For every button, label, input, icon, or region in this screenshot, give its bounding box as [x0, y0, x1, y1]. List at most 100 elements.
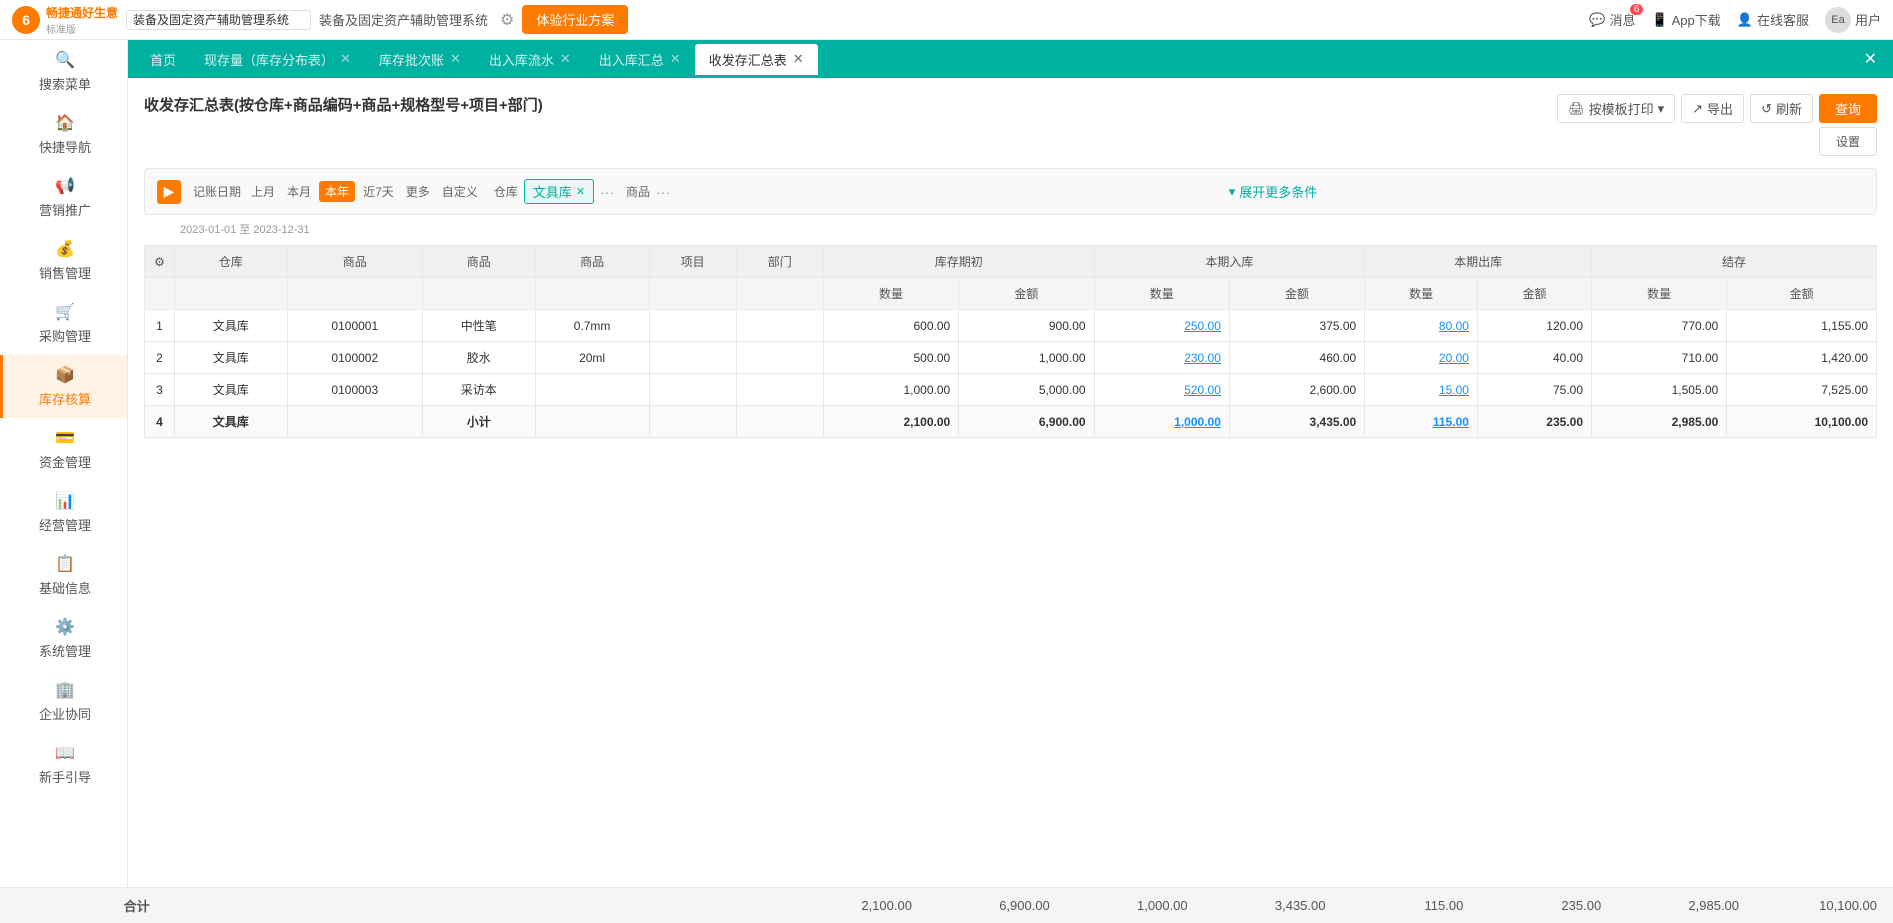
tab-close-inventory-dist[interactable]: ✕ [340, 51, 351, 67]
sidebar-item-system[interactable]: ⚙️ 系统管理 [0, 607, 127, 670]
row-spec: 0.7mm [535, 310, 649, 342]
inventory-icon: 📦 [55, 365, 75, 385]
filter-settings-btn[interactable]: 设置 [1819, 127, 1877, 156]
sidebar-item-inventory[interactable]: 📦 库存核算 [0, 355, 127, 418]
row-project [649, 310, 736, 342]
sub-project [649, 278, 736, 310]
total-open-qty: 2,100.00 [774, 896, 912, 915]
row-in-amt: 2,600.00 [1229, 374, 1364, 406]
settings-icon[interactable]: ⚙ [500, 10, 514, 30]
total-in-qty: 1,000.00 [1050, 896, 1188, 915]
date-7days[interactable]: 近7天 [359, 181, 398, 202]
sub-out-qty: 数量 [1365, 278, 1478, 310]
sub-open-amt: 金额 [959, 278, 1094, 310]
sidebar-item-guide[interactable]: 📖 新手引导 [0, 733, 127, 796]
tab-home[interactable]: 首页 [136, 44, 190, 75]
row-out-qty[interactable]: 15.00 [1365, 374, 1478, 406]
row-out-qty[interactable]: 80.00 [1365, 310, 1478, 342]
query-btn[interactable]: 查询 [1819, 94, 1877, 123]
date-last-month[interactable]: 上月 [247, 181, 279, 202]
date-this-year[interactable]: 本年 [319, 181, 355, 202]
sub-in-qty: 数量 [1094, 278, 1229, 310]
tab-bar-close[interactable]: ✕ [1856, 49, 1885, 69]
tab-receive-send[interactable]: 收发存汇总表✕ [695, 44, 818, 75]
sidebar-item-purchase[interactable]: 🛒 采购管理 [0, 292, 127, 355]
row-in-qty[interactable]: 520.00 [1094, 374, 1229, 406]
row-name: 胶水 [422, 342, 535, 374]
col-settings[interactable]: ⚙ [145, 246, 175, 278]
print-btn[interactable]: 🖨 按模板打印 ▾ [1557, 94, 1675, 123]
date-filter-group: 记账日期 上月 本月 本年 近7天 更多 自定义 [193, 181, 482, 202]
tab-close-summary[interactable]: ✕ [670, 51, 681, 67]
row-in-qty[interactable]: 250.00 [1094, 310, 1229, 342]
date-this-month[interactable]: 本月 [283, 181, 315, 202]
system-name-display: 装备及固定资产辅助管理系统 [319, 10, 488, 29]
row-open-qty: 1,000.00 [823, 374, 958, 406]
row-project [649, 374, 736, 406]
export-btn[interactable]: ↗ 导出 [1681, 94, 1744, 123]
warehouse-tag-close[interactable]: ✕ [576, 185, 585, 198]
system-select[interactable]: 装备及固定资产辅助管理系统 [126, 10, 311, 30]
sidebar-label-enterprise: 企业协同 [39, 704, 91, 723]
content-area: 首页现存量（库存分布表）✕库存批次账✕出入库流水✕出入库汇总✕收发存汇总表✕ ✕… [128, 40, 1893, 887]
row-out-qty[interactable]: 20.00 [1365, 342, 1478, 374]
row-in-qty[interactable]: 230.00 [1094, 342, 1229, 374]
col-code-header: 商品 [287, 246, 422, 278]
tab-inventory-dist[interactable]: 现存量（库存分布表）✕ [190, 44, 365, 75]
row-code: 0100002 [287, 342, 422, 374]
tab-close-batch[interactable]: ✕ [450, 51, 461, 67]
sidebar-item-operations[interactable]: 📊 经营管理 [0, 481, 127, 544]
filter-toggle-btn[interactable]: ▶ [157, 180, 181, 204]
marketing-icon: 📢 [55, 176, 75, 196]
expand-row: ▾ 展开更多条件 [682, 182, 1864, 201]
message-item[interactable]: 💬 消息 6 [1589, 10, 1635, 29]
warehouse-filter-group: 仓库 文具库 ✕ ··· [494, 179, 614, 204]
sidebar-item-finance[interactable]: 💳 资金管理 [0, 418, 127, 481]
app-download-item[interactable]: 📱 App下载 [1651, 10, 1720, 29]
sidebar-item-basic-info[interactable]: 📋 基础信息 [0, 544, 127, 607]
tab-close-receive-send[interactable]: ✕ [793, 51, 804, 67]
total-in-amt: 3,435.00 [1188, 896, 1326, 915]
sub-dept [736, 278, 823, 310]
warehouse-tag-value: 文具库 [533, 182, 572, 201]
sidebar-item-search[interactable]: 🔍 搜索菜单 [0, 40, 127, 103]
row-spec [535, 374, 649, 406]
col-balance-header: 结存 [1592, 246, 1877, 278]
row-open-qty: 500.00 [823, 342, 958, 374]
total-out-qty: 115.00 [1325, 896, 1463, 915]
try-industry-btn[interactable]: 体验行业方案 [522, 5, 628, 34]
sub-dept [736, 406, 823, 438]
expand-label: 展开更多条件 [1239, 182, 1317, 201]
expand-conditions-btn[interactable]: ▾ 展开更多条件 [1229, 182, 1318, 201]
warehouse-more-dots[interactable]: ··· [600, 184, 614, 200]
online-service-item[interactable]: 👤 在线客服 [1737, 10, 1809, 29]
row-bal-amt: 1,155.00 [1727, 310, 1877, 342]
user-item[interactable]: Ea 用户 [1825, 7, 1881, 33]
date-more[interactable]: 更多 [402, 181, 434, 202]
sub-in-qty[interactable]: 1,000.00 [1094, 406, 1229, 438]
tab-close-flow[interactable]: ✕ [560, 51, 571, 67]
tab-batch[interactable]: 库存批次账✕ [365, 44, 475, 75]
goods-more-dots[interactable]: ··· [656, 184, 670, 200]
service-icon: 👤 [1737, 12, 1753, 28]
refresh-icon: ↺ [1761, 101, 1772, 117]
sidebar-item-sales[interactable]: 💰 销售管理 [0, 229, 127, 292]
tab-flow[interactable]: 出入库流水✕ [475, 44, 585, 75]
main-layout: 🔍 搜索菜单🏠 快捷导航📢 营销推广💰 销售管理🛒 采购管理📦 库存核算💳 资金… [0, 40, 1893, 887]
sidebar-item-quick-nav[interactable]: 🏠 快捷导航 [0, 103, 127, 166]
tab-summary[interactable]: 出入库汇总✕ [585, 44, 695, 75]
goods-filter-group: 商品 ··· [626, 183, 670, 200]
row-bal-amt: 1,420.00 [1727, 342, 1877, 374]
sub-out-qty[interactable]: 115.00 [1365, 406, 1478, 438]
total-out-amt: 235.00 [1463, 896, 1601, 915]
date-custom[interactable]: 自定义 [438, 181, 482, 202]
row-index: 2 [145, 342, 175, 374]
date-range-display: 2023-01-01 至 2023-12-31 [180, 221, 1877, 237]
row-project [649, 342, 736, 374]
col-spec-header: 商品 [535, 246, 649, 278]
refresh-btn[interactable]: ↺ 刷新 [1750, 94, 1813, 123]
row-code: 0100001 [287, 310, 422, 342]
col-dept-header: 部门 [736, 246, 823, 278]
sidebar-item-enterprise[interactable]: 🏢 企业协同 [0, 670, 127, 733]
sidebar-item-marketing[interactable]: 📢 营销推广 [0, 166, 127, 229]
